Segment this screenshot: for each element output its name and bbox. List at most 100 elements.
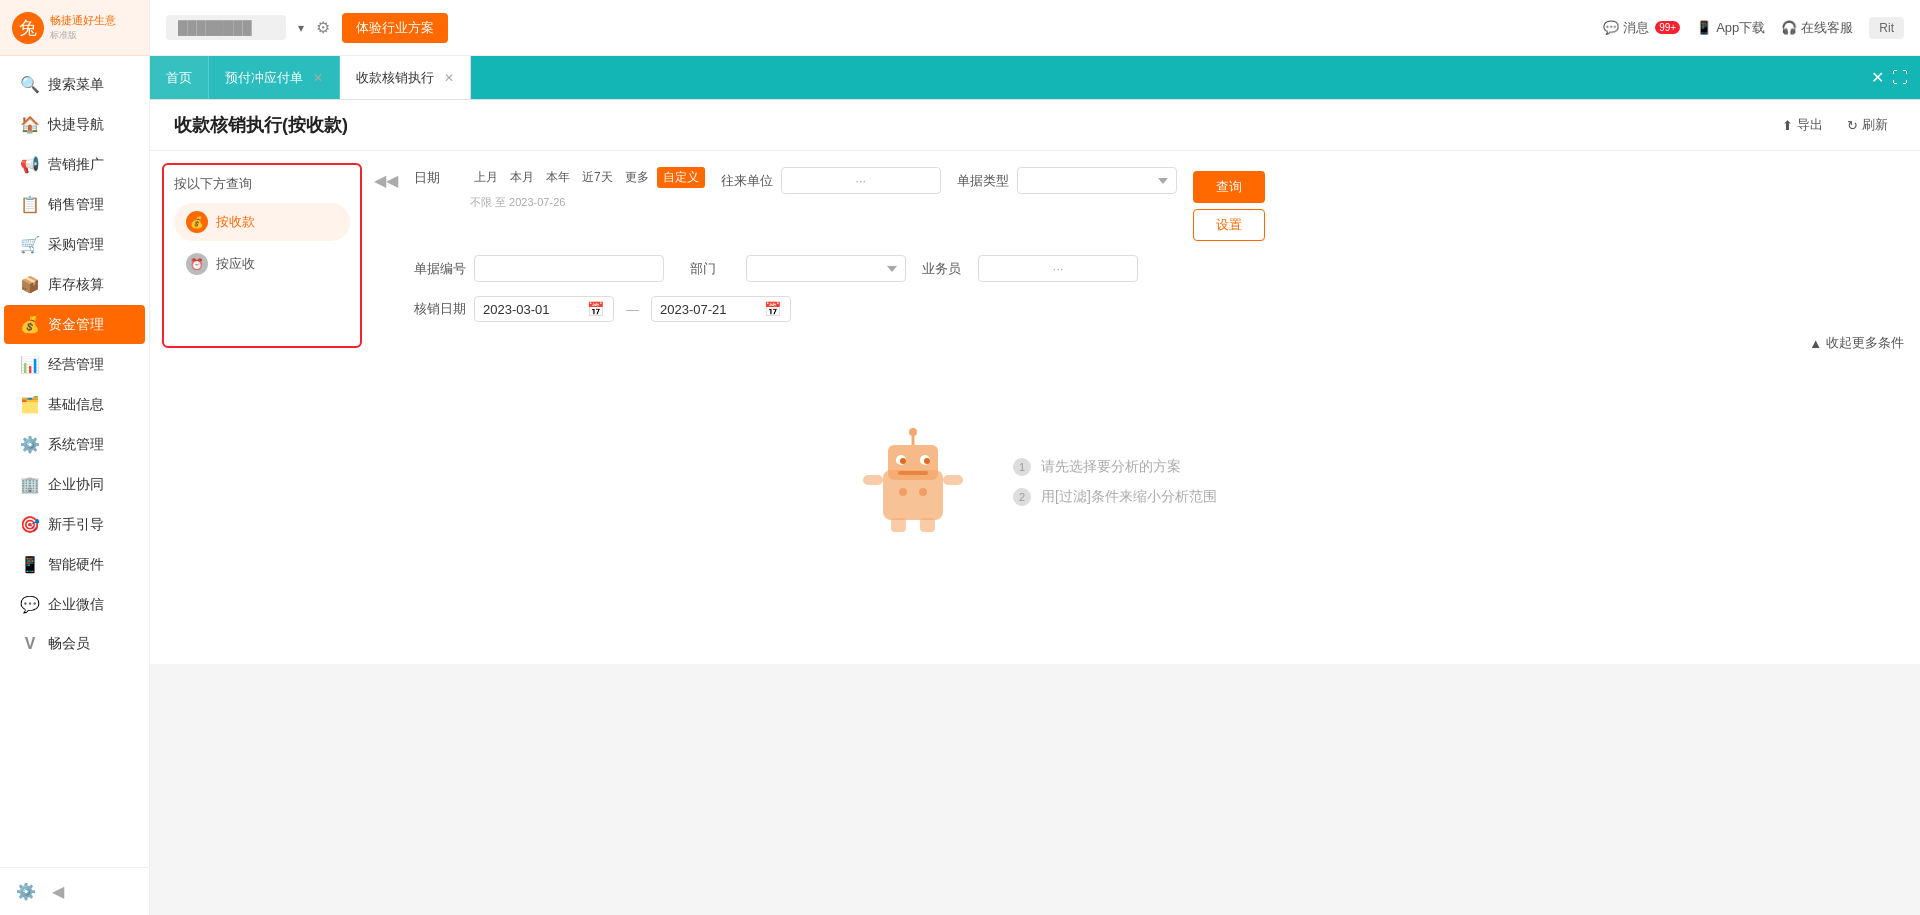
staff-label: 业务员 xyxy=(922,260,970,278)
user-profile[interactable]: Rit xyxy=(1869,17,1904,39)
filter-panel-title: 按以下方查询 xyxy=(174,175,350,193)
date-shortcut-more[interactable]: 更多 xyxy=(621,167,653,188)
basic-info-icon: 🗂️ xyxy=(20,395,40,414)
sidebar-item-search-menu[interactable]: 🔍 搜索菜单 xyxy=(4,65,145,104)
svg-rect-10 xyxy=(943,475,963,485)
sidebar-item-finance[interactable]: 💰 资金管理 xyxy=(4,305,145,344)
doc-type-select[interactable] xyxy=(1017,167,1177,194)
filter-form: 日期 上月 本月 本年 近7天 更多 自定义 xyxy=(398,151,1920,334)
hint-num-1: 1 xyxy=(1013,458,1031,476)
sidebar: 兔 畅捷通好生意 标准版 🔍 搜索菜单 🏠 快捷导航 📢 营销推广 📋 销售管理… xyxy=(0,0,150,915)
wechat-icon: 💬 xyxy=(20,595,40,614)
sidebar-menu: 🔍 搜索菜单 🏠 快捷导航 📢 营销推广 📋 销售管理 🛒 采购管理 📦 库存核… xyxy=(0,56,149,867)
tabbar-actions: ✕ ⛶ xyxy=(1859,56,1920,99)
topbar: ████████ ▾ ⚙ 体验行业方案 💬 消息 99+ 📱 App下载 🎧 在… xyxy=(150,0,1920,56)
sidebar-item-enterprise[interactable]: 🏢 企业协同 xyxy=(4,465,145,504)
hint-text-2: 用[过滤]条件来缩小分析范围 xyxy=(1041,488,1217,506)
verify-date-to-calendar-icon[interactable]: 📅 xyxy=(764,301,781,317)
app-download-label: App下载 xyxy=(1716,19,1765,37)
brand-selector[interactable]: ████████ xyxy=(166,15,286,40)
date-shortcut-this-month[interactable]: 本月 xyxy=(506,167,538,188)
tab-home[interactable]: 首页 xyxy=(150,56,209,99)
sidebar-item-wechat[interactable]: 💬 企业微信 xyxy=(4,585,145,624)
staff-input[interactable]: ··· xyxy=(978,255,1138,282)
newbie-icon: 🎯 xyxy=(20,515,40,534)
settings-button[interactable]: 设置 xyxy=(1193,209,1265,241)
sidebar-item-purchase[interactable]: 🛒 采购管理 xyxy=(4,225,145,264)
tab-prepay-close-icon[interactable]: ✕ xyxy=(313,71,323,85)
date-label: 日期 xyxy=(414,169,462,187)
date-shortcut-this-year[interactable]: 本年 xyxy=(542,167,574,188)
online-service-button[interactable]: 🎧 在线客服 xyxy=(1781,19,1853,37)
verify-date-from-calendar-icon[interactable]: 📅 xyxy=(587,301,604,317)
close-tab-action-icon[interactable]: ✕ xyxy=(1871,68,1884,87)
collapse-more-btn[interactable]: ▲ 收起更多条件 xyxy=(374,334,1904,352)
app-download-icon: 📱 xyxy=(1696,20,1712,35)
doc-no-input[interactable] xyxy=(474,255,664,282)
sidebar-item-label: 销售管理 xyxy=(48,196,104,214)
date-shortcut-last-month[interactable]: 上月 xyxy=(470,167,502,188)
hint-num-2: 2 xyxy=(1013,488,1031,506)
verify-date-from-input[interactable] xyxy=(483,302,583,317)
sidebar-item-basic-info[interactable]: 🗂️ 基础信息 xyxy=(4,385,145,424)
empty-hint-2: 2 用[过滤]条件来缩小分析范围 xyxy=(1013,488,1217,506)
app-name: 畅捷通好生意 xyxy=(50,13,116,27)
sidebar-item-label: 资金管理 xyxy=(48,316,104,334)
svg-point-13 xyxy=(899,488,907,496)
export-button[interactable]: ⬆ 导出 xyxy=(1774,112,1831,138)
date-shortcuts: 上月 本月 本年 近7天 更多 自定义 xyxy=(470,167,705,188)
online-service-label: 在线客服 xyxy=(1801,19,1853,37)
smart-hw-icon: 📱 xyxy=(20,555,40,574)
dept-label: 部门 xyxy=(690,260,738,278)
search-menu-icon: 🔍 xyxy=(20,75,40,94)
maximize-tab-action-icon[interactable]: ⛶ xyxy=(1892,69,1908,87)
empty-state: 1 请先选择要分析的方案 2 用[过滤]条件来缩小分析范围 xyxy=(150,360,1920,664)
collapse-filter-left-icon[interactable]: ◀◀ xyxy=(374,151,398,190)
sidebar-item-quick-nav[interactable]: 🏠 快捷导航 xyxy=(4,105,145,144)
filter-option-by-receipt[interactable]: 💰 按收款 xyxy=(174,203,350,241)
tab-receipt-offset-close-icon[interactable]: ✕ xyxy=(444,71,454,85)
partner-input[interactable]: ··· xyxy=(781,167,941,194)
collapse-sidebar-icon[interactable]: ◀ xyxy=(52,882,64,901)
tab-receipt-offset[interactable]: 收款核销执行 ✕ xyxy=(340,56,471,99)
inventory-icon: 📦 xyxy=(20,275,40,294)
purchase-icon: 🛒 xyxy=(20,235,40,254)
settings-gear-icon[interactable]: ⚙ xyxy=(316,18,330,37)
sidebar-item-marketing[interactable]: 📢 营销推广 xyxy=(4,145,145,184)
by-receivable-icon: ⏰ xyxy=(186,253,208,275)
sidebar-item-member[interactable]: V 畅会员 xyxy=(4,625,145,663)
message-button[interactable]: 💬 消息 99+ xyxy=(1603,19,1680,37)
dept-select[interactable] xyxy=(746,255,906,282)
member-icon: V xyxy=(20,635,40,653)
finance-icon: 💰 xyxy=(20,315,40,334)
by-receipt-icon: 💰 xyxy=(186,211,208,233)
tab-prepay[interactable]: 预付冲应付单 ✕ xyxy=(209,56,340,99)
sidebar-item-smart-hw[interactable]: 📱 智能硬件 xyxy=(4,545,145,584)
sidebar-item-label: 基础信息 xyxy=(48,396,104,414)
page-actions: ⬆ 导出 ↻ 刷新 xyxy=(1774,112,1896,138)
operations-icon: 📊 xyxy=(20,355,40,374)
sidebar-item-system[interactable]: ⚙️ 系统管理 xyxy=(4,425,145,464)
date-shortcut-7days[interactable]: 近7天 xyxy=(578,167,617,188)
sidebar-footer: ⚙️ ◀ xyxy=(0,867,149,915)
filter-left-panel: 按以下方查询 💰 按收款 ⏰ 按应收 xyxy=(162,163,362,348)
sidebar-item-operations[interactable]: 📊 经营管理 xyxy=(4,345,145,384)
sidebar-item-label: 新手引导 xyxy=(48,516,104,534)
tabbar: 首页 预付冲应付单 ✕ 收款核销执行 ✕ ✕ ⛶ xyxy=(150,56,1920,100)
sidebar-item-label: 采购管理 xyxy=(48,236,104,254)
settings-footer-icon[interactable]: ⚙️ xyxy=(16,882,36,901)
sidebar-item-newbie[interactable]: 🎯 新手引导 xyxy=(4,505,145,544)
sidebar-item-sales[interactable]: 📋 销售管理 xyxy=(4,185,145,224)
verify-date-to-input[interactable] xyxy=(660,302,760,317)
app-download-button[interactable]: 📱 App下载 xyxy=(1696,19,1765,37)
brand-chevron-icon[interactable]: ▾ xyxy=(298,21,304,35)
solution-button[interactable]: 体验行业方案 xyxy=(342,13,448,43)
refresh-button[interactable]: ↻ 刷新 xyxy=(1839,112,1896,138)
query-button[interactable]: 查询 xyxy=(1193,171,1265,203)
filter-option-by-receivable[interactable]: ⏰ 按应收 xyxy=(174,245,350,283)
date-shortcut-custom[interactable]: 自定义 xyxy=(657,167,705,188)
sidebar-item-inventory[interactable]: 📦 库存核算 xyxy=(4,265,145,304)
sidebar-item-label: 系统管理 xyxy=(48,436,104,454)
tab-receipt-offset-label: 收款核销执行 xyxy=(356,69,434,87)
page-header: 收款核销执行(按收款) ⬆ 导出 ↻ 刷新 xyxy=(150,100,1920,151)
